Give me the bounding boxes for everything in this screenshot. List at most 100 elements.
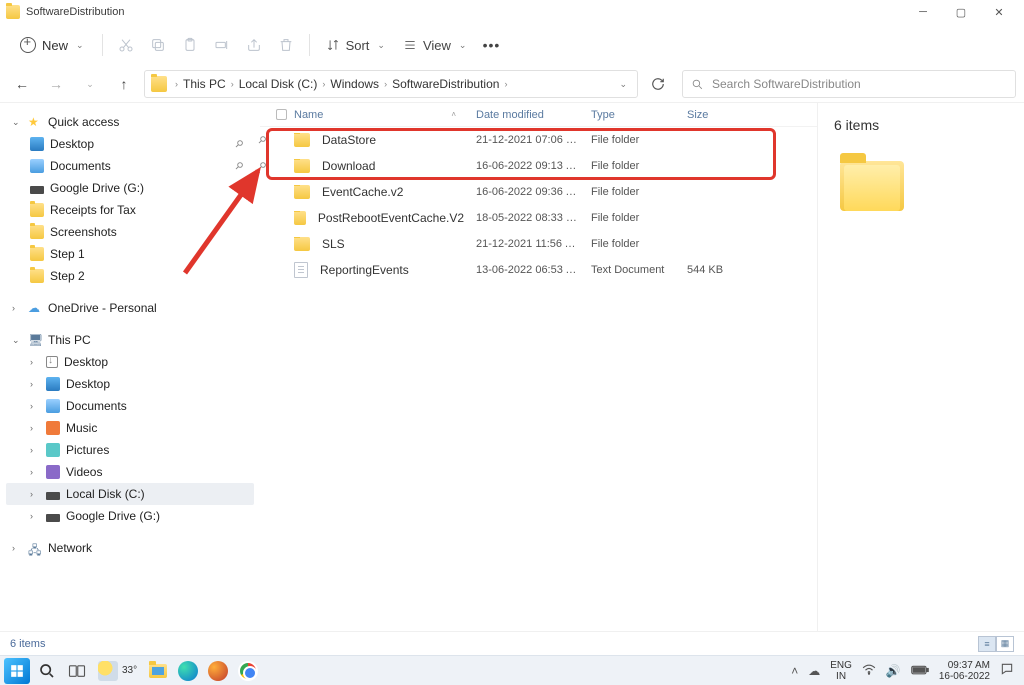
sidebar-item-documents[interactable]: › Documents bbox=[6, 395, 254, 417]
sidebar-item-desktop[interactable]: Desktop⚲ bbox=[6, 133, 254, 155]
file-explorer-taskbar[interactable] bbox=[145, 658, 171, 684]
sidebar-item-videos[interactable]: ›Videos bbox=[6, 461, 254, 483]
expand-icon[interactable]: › bbox=[30, 445, 40, 455]
paste-button[interactable] bbox=[175, 30, 205, 60]
weather-widget[interactable]: 33° bbox=[94, 661, 141, 681]
breadcrumb-item[interactable]: Windows bbox=[328, 77, 381, 91]
sidebar-item-desktop[interactable]: ›Desktop bbox=[6, 373, 254, 395]
expand-icon[interactable]: › bbox=[30, 511, 40, 521]
expand-icon[interactable]: › bbox=[30, 357, 40, 367]
sort-caret-icon: ˄ bbox=[451, 110, 456, 119]
view-toggle: ≡ ▦ bbox=[978, 636, 1014, 652]
file-row[interactable]: ReportingEvents13-06-2022 06:53 AMText D… bbox=[260, 257, 817, 283]
sidebar-item-google-drive-g-[interactable]: Google Drive (G:) bbox=[6, 177, 254, 199]
clock[interactable]: 09:37 AM 16-06-2022 bbox=[939, 660, 990, 682]
file-list: Name˄ Date modified Type Size ⚲DataStore… bbox=[260, 103, 818, 631]
language-indicator[interactable]: ENG IN bbox=[830, 660, 852, 682]
onedrive-label: OneDrive - Personal bbox=[48, 301, 157, 315]
sidebar-item-local-disk-c-[interactable]: ›Local Disk (C:) bbox=[6, 483, 254, 505]
chevron-down-icon[interactable]: ⌄ bbox=[619, 79, 627, 90]
up-button[interactable]: ↑ bbox=[110, 70, 138, 98]
sidebar-item-step-2[interactable]: Step 2 bbox=[6, 265, 254, 287]
maximize-button[interactable]: ▢ bbox=[942, 0, 980, 24]
refresh-button[interactable] bbox=[644, 70, 672, 98]
tray-expand-icon[interactable]: ˄ bbox=[791, 664, 798, 678]
firefox-taskbar[interactable] bbox=[205, 658, 231, 684]
expand-icon[interactable]: › bbox=[30, 401, 40, 411]
file-type-cell: Text Document bbox=[585, 264, 681, 276]
back-button[interactable]: ← bbox=[8, 70, 36, 98]
minimize-button[interactable]: ─ bbox=[904, 0, 942, 24]
breadcrumb[interactable]: › This PC › Local Disk (C:) › Windows › … bbox=[144, 70, 638, 98]
plus-icon bbox=[20, 37, 36, 53]
breadcrumb-item[interactable]: Local Disk (C:) bbox=[237, 77, 320, 91]
file-row[interactable]: SLS21-12-2021 11:56 AMFile folder bbox=[260, 231, 817, 257]
folder-icon bbox=[294, 159, 310, 173]
sidebar-item-pictures[interactable]: ›Pictures bbox=[6, 439, 254, 461]
expand-icon[interactable]: › bbox=[30, 423, 40, 433]
task-view-button[interactable] bbox=[64, 658, 90, 684]
edge-taskbar[interactable] bbox=[175, 658, 201, 684]
file-row[interactable]: EventCache.v216-06-2022 09:36 AMFile fol… bbox=[260, 179, 817, 205]
file-type-cell: File folder bbox=[585, 134, 681, 146]
cut-button[interactable] bbox=[111, 30, 141, 60]
expand-icon[interactable]: › bbox=[12, 543, 22, 553]
start-button[interactable] bbox=[4, 658, 30, 684]
select-all-checkbox[interactable] bbox=[270, 109, 288, 120]
collapse-icon[interactable]: ⌄ bbox=[12, 335, 22, 346]
sidebar-item-google-drive-g-[interactable]: ›Google Drive (G:) bbox=[6, 505, 254, 527]
sidebar-this-pc[interactable]: ⌄ 🖥 This PC bbox=[6, 329, 254, 351]
close-button[interactable]: ✕ bbox=[980, 0, 1018, 24]
down-icon bbox=[46, 356, 58, 368]
breadcrumb-item[interactable]: This PC bbox=[181, 77, 228, 91]
column-type[interactable]: Type bbox=[585, 109, 681, 121]
sidebar-onedrive[interactable]: › ☁ OneDrive - Personal bbox=[6, 297, 254, 319]
search-taskbar-button[interactable] bbox=[34, 658, 60, 684]
sidebar-item-label: Music bbox=[66, 421, 97, 435]
battery-icon[interactable] bbox=[911, 664, 929, 678]
expand-icon[interactable]: › bbox=[12, 303, 22, 313]
collapse-icon[interactable]: ⌄ bbox=[12, 117, 22, 128]
sidebar-item-music[interactable]: › Music bbox=[6, 417, 254, 439]
file-row[interactable]: ⚲DataStore21-12-2021 07:06 PMFile folder bbox=[260, 127, 817, 153]
sidebar-item-receipts-for-tax[interactable]: Receipts for Tax bbox=[6, 199, 254, 221]
recent-dropdown[interactable]: ⌄ bbox=[76, 70, 104, 98]
new-button[interactable]: New ⌄ bbox=[10, 31, 94, 59]
expand-icon[interactable]: › bbox=[30, 489, 40, 499]
column-name[interactable]: Name˄ bbox=[288, 109, 470, 121]
sidebar-item-documents[interactable]: Documents⚲ bbox=[6, 155, 254, 177]
file-row[interactable]: ⚲Download16-06-2022 09:13 AMFile folder bbox=[260, 153, 817, 179]
chrome-taskbar[interactable] bbox=[235, 658, 261, 684]
thumbnail-view-button[interactable]: ▦ bbox=[996, 636, 1014, 652]
sort-button[interactable]: Sort ⌄ bbox=[318, 32, 393, 59]
more-button[interactable]: ••• bbox=[476, 30, 506, 60]
volume-icon[interactable]: 🔊 bbox=[886, 664, 901, 678]
copy-button[interactable] bbox=[143, 30, 173, 60]
column-date[interactable]: Date modified bbox=[470, 109, 585, 121]
details-view-button[interactable]: ≡ bbox=[978, 636, 996, 652]
notifications-icon[interactable] bbox=[1000, 662, 1014, 679]
delete-button[interactable] bbox=[271, 30, 301, 60]
folder-icon bbox=[30, 203, 44, 217]
chevron-down-icon: ⌄ bbox=[76, 40, 84, 51]
expand-icon[interactable]: › bbox=[30, 467, 40, 477]
rename-button[interactable] bbox=[207, 30, 237, 60]
sidebar-item-desktop[interactable]: ›Desktop bbox=[6, 351, 254, 373]
column-size[interactable]: Size bbox=[681, 109, 751, 121]
onedrive-tray-icon[interactable]: ☁ bbox=[808, 664, 820, 678]
breadcrumb-item[interactable]: SoftwareDistribution bbox=[390, 77, 501, 91]
sidebar-network[interactable]: › 🖧 Network bbox=[6, 537, 254, 559]
sidebar-item-step-1[interactable]: Step 1 bbox=[6, 243, 254, 265]
view-button[interactable]: View ⌄ bbox=[395, 32, 475, 59]
sidebar-quick-access[interactable]: ⌄ ★ Quick access bbox=[6, 111, 254, 133]
search-input[interactable]: Search SoftwareDistribution bbox=[682, 70, 1016, 98]
sort-icon bbox=[326, 38, 340, 52]
search-placeholder: Search SoftwareDistribution bbox=[712, 77, 861, 91]
expand-icon[interactable]: › bbox=[30, 379, 40, 389]
wifi-icon[interactable] bbox=[862, 663, 876, 678]
sidebar-item-screenshots[interactable]: Screenshots bbox=[6, 221, 254, 243]
forward-button[interactable]: → bbox=[42, 70, 70, 98]
share-button[interactable] bbox=[239, 30, 269, 60]
file-row[interactable]: PostRebootEventCache.V218-05-2022 08:33 … bbox=[260, 205, 817, 231]
sidebar-item-label: Documents bbox=[66, 399, 127, 413]
